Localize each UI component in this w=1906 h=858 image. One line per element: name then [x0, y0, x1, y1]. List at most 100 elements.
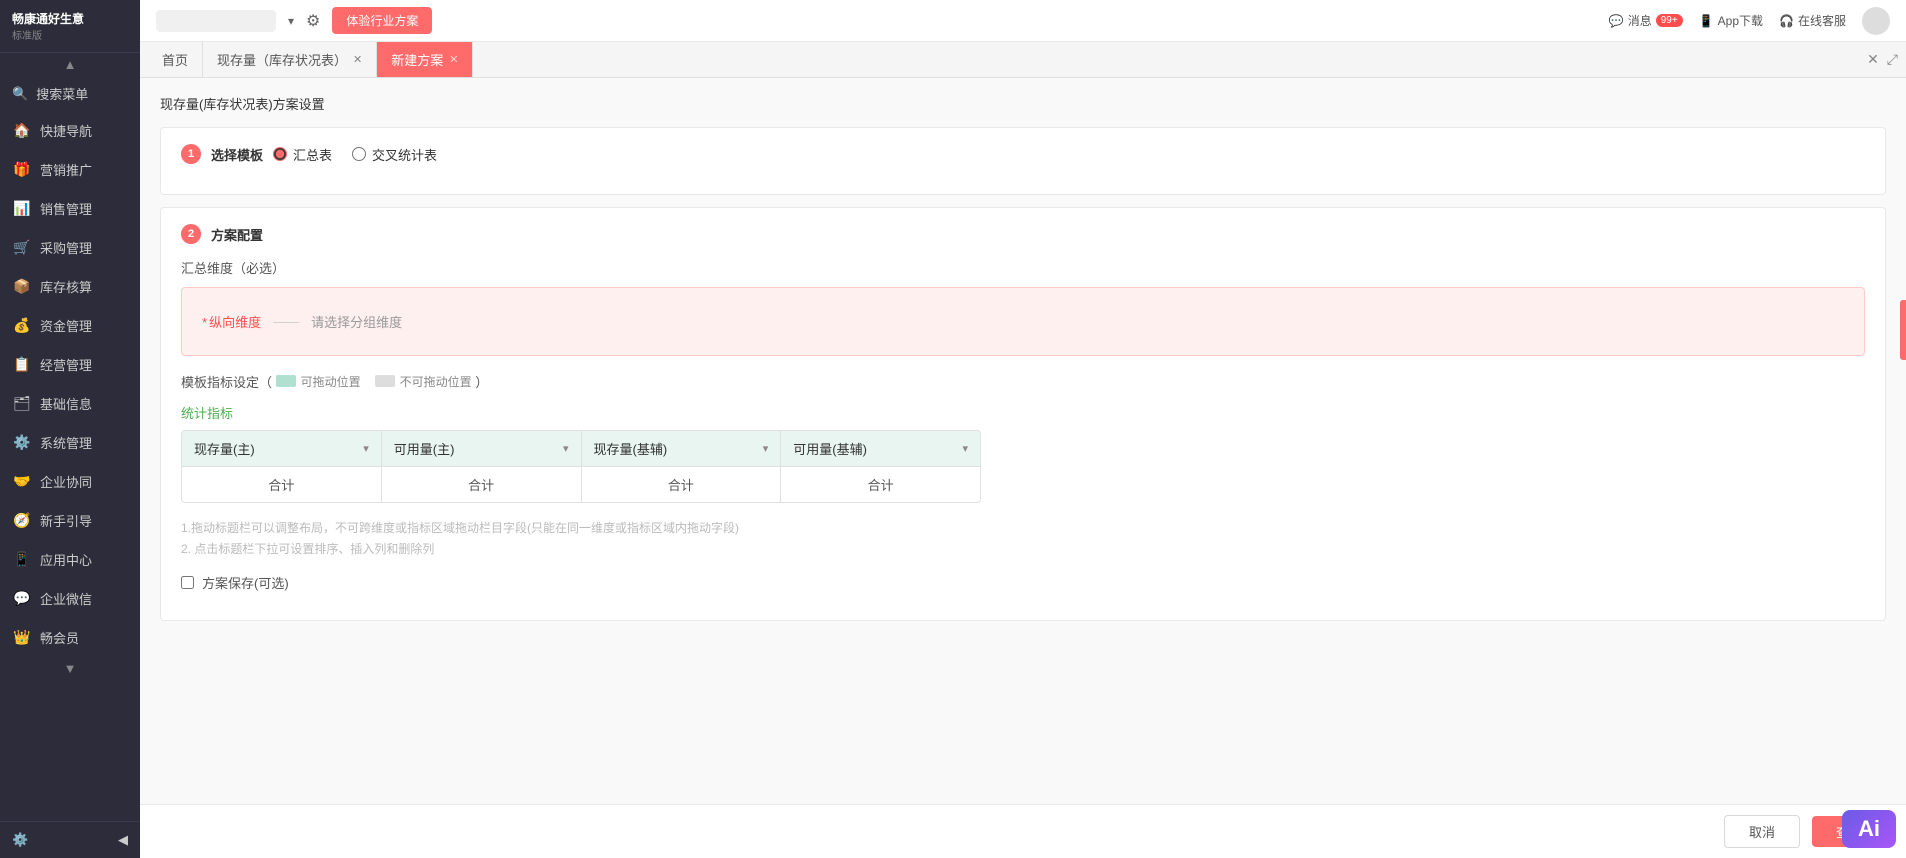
page-title: 现存量(库存状况表)方案设置 [160, 94, 1886, 113]
sidebar-item-purchase[interactable]: 🛒 采购管理 [0, 228, 140, 267]
message-btn[interactable]: 💬 消息 99+ [1609, 12, 1683, 29]
sidebar-scroll-down[interactable]: ▼ [0, 657, 140, 680]
settings-icon[interactable]: ⚙️ [12, 832, 28, 848]
message-label: 消息 [1628, 12, 1652, 29]
topbar-search-input[interactable] [156, 10, 276, 32]
tab-home-label: 首页 [162, 50, 188, 69]
stats-col-4-header[interactable]: 可用量(基辅) ▾ [781, 431, 980, 467]
sidebar-item-label: 畅会员 [40, 628, 79, 647]
stats-col-3: 现存量(基辅) ▾ [582, 431, 782, 467]
stats-body-col-1: 合计 [182, 467, 382, 502]
sidebar-item-operations[interactable]: 📋 经营管理 [0, 345, 140, 384]
sidebar-item-label: 库存核算 [40, 277, 92, 296]
dimension-section-label: 汇总维度（必选） [181, 258, 1865, 277]
stats-col-1-arrow[interactable]: ▾ [363, 442, 369, 455]
non-draggable-box [375, 375, 395, 387]
dimension-separator: —— [273, 314, 299, 329]
sales-icon: 📊 [12, 200, 32, 217]
sidebar-item-system[interactable]: ⚙️ 系统管理 [0, 423, 140, 462]
sidebar-item-label: 应用中心 [40, 550, 92, 569]
tab-close-btn[interactable]: ✕ [1867, 51, 1879, 68]
radio-summary[interactable]: 汇总表 [273, 145, 332, 164]
step1-card: 1 选择模板 汇总表 交叉统计表 [160, 127, 1886, 195]
step1-header: 1 选择模板 汇总表 交叉统计表 [181, 144, 1865, 164]
tab-new-plan-close-icon[interactable]: ✕ [449, 53, 458, 66]
stats-col-1-header[interactable]: 现存量(主) ▾ [182, 431, 381, 467]
save-checkbox[interactable] [181, 576, 194, 589]
sidebar-item-marketing[interactable]: 🎁 营销推广 [0, 150, 140, 189]
sidebar-item-app-center[interactable]: 📱 应用中心 [0, 540, 140, 579]
stats-col-4: 可用量(基辅) ▾ [781, 431, 980, 467]
tip-1: 1.拖动标题栏可以调整布局，不可跨维度或指标区域拖动栏目字段(只能在同一维度或指… [181, 519, 1865, 536]
tab-home[interactable]: 首页 [148, 42, 203, 77]
sidebar-item-label: 资金管理 [40, 316, 92, 335]
stats-col-4-arrow[interactable]: ▾ [962, 442, 968, 455]
sidebar-item-finance[interactable]: 💰 资金管理 [0, 306, 140, 345]
sidebar-item-new-guide[interactable]: 🧭 新手引导 [0, 501, 140, 540]
user-avatar[interactable] [1862, 7, 1890, 35]
sidebar-item-label: 企业微信 [40, 589, 92, 608]
stats-col-2-header[interactable]: 可用量(主) ▾ [382, 431, 581, 467]
tabs-bar: 首页 现存量（库存状况表） ✕ 新建方案 ✕ ✕ ⤢ [140, 42, 1906, 78]
ai-badge[interactable]: Ai [1842, 810, 1896, 848]
draggable-box [276, 375, 296, 387]
stats-col-3-label: 现存量(基辅) [594, 439, 668, 458]
sidebar-item-quick-nav[interactable]: 🏠 快捷导航 [0, 111, 140, 150]
sidebar-item-label: 营销推广 [40, 160, 92, 179]
step1-title: 选择模板 [211, 145, 263, 164]
topbar-settings-button[interactable]: ⚙ [306, 11, 320, 31]
message-icon: 💬 [1609, 14, 1624, 28]
stats-section: 统计指标 现存量(主) ▾ 可用量(主) ▾ [181, 403, 1865, 503]
radio-cross-input[interactable] [352, 147, 366, 161]
stats-body-col-3-value: 合计 [582, 467, 781, 502]
tab-inventory-label: 现存量（库存状况表） [217, 50, 347, 69]
radio-summary-input[interactable] [273, 147, 287, 161]
indicator-settings-label: 模板指标设定（ 可拖动位置 不可拖动位置 ） [181, 372, 1865, 391]
collapse-icon[interactable]: ◀ [118, 832, 128, 848]
tab-inventory[interactable]: 现存量（库存状况表） ✕ [203, 42, 377, 77]
box-icon: 📦 [12, 278, 32, 295]
tab-inventory-close-icon[interactable]: ✕ [353, 53, 362, 66]
sidebar-scroll-up[interactable]: ▲ [0, 53, 140, 76]
sidebar-item-members[interactable]: 👑 畅会员 [0, 618, 140, 657]
sidebar-item-basic-info[interactable]: 🗂 基础信息 [0, 384, 140, 423]
indicator-settings: 模板指标设定（ 可拖动位置 不可拖动位置 ） [181, 372, 1865, 391]
radio-summary-label: 汇总表 [293, 145, 332, 164]
online-service-btn[interactable]: 🎧 在线客服 [1779, 12, 1846, 29]
tip-2: 2. 点击标题栏下拉可设置排序、插入列和删除列 [181, 540, 1865, 557]
tab-expand-btn[interactable]: ⤢ [1887, 51, 1898, 68]
app-download-btn[interactable]: 📱 App下载 [1699, 12, 1763, 29]
headset-icon: 🎧 [1779, 14, 1794, 28]
search-icon: 🔍 [12, 86, 28, 102]
stats-table-body: 合计 合计 合计 合计 [182, 467, 980, 502]
save-option-label: 方案保存(可选) [202, 573, 289, 592]
tab-new-plan[interactable]: 新建方案 ✕ [377, 42, 473, 77]
sidebar-item-label: 系统管理 [40, 433, 92, 452]
radio-cross[interactable]: 交叉统计表 [352, 145, 437, 164]
stats-body-col-1-value: 合计 [182, 467, 381, 502]
stats-col-2-label: 可用量(主) [394, 439, 455, 458]
cancel-button[interactable]: 取消 [1724, 815, 1800, 848]
sidebar-item-enterprise[interactable]: 🤝 企业协同 [0, 462, 140, 501]
stats-body-col-2-value: 合计 [382, 467, 581, 502]
stats-body-col-3: 合计 [582, 467, 782, 502]
stats-col-2-arrow[interactable]: ▾ [563, 442, 569, 455]
dimension-area[interactable]: *纵向维度 —— 请选择分组维度 [181, 287, 1865, 356]
industry-btn[interactable]: 体验行业方案 [332, 7, 432, 34]
sidebar-item-enterprise-wechat[interactable]: 💬 企业微信 [0, 579, 140, 618]
app-version: 标准版 [12, 27, 128, 42]
stats-col-3-header[interactable]: 现存量(基辅) ▾ [582, 431, 781, 467]
sidebar-item-inventory[interactable]: 📦 库存核算 [0, 267, 140, 306]
step1-number: 1 [181, 144, 201, 164]
right-scroll-handle[interactable] [1900, 300, 1906, 360]
sidebar-item-sales[interactable]: 📊 销售管理 [0, 189, 140, 228]
sidebar-item-label: 快捷导航 [40, 121, 92, 140]
folder-icon: 🗂 [12, 395, 32, 412]
handshake-icon: 🤝 [12, 473, 32, 490]
stats-col-3-arrow[interactable]: ▾ [763, 442, 769, 455]
sidebar-item-label: 销售管理 [40, 199, 92, 218]
sidebar-search[interactable]: 🔍 搜索菜单 [0, 76, 140, 111]
topbar-dropdown-button[interactable]: ▾ [288, 14, 294, 28]
topbar-right: 💬 消息 99+ 📱 App下载 🎧 在线客服 [1609, 7, 1890, 35]
dimension-placeholder: 请选择分组维度 [311, 312, 402, 331]
